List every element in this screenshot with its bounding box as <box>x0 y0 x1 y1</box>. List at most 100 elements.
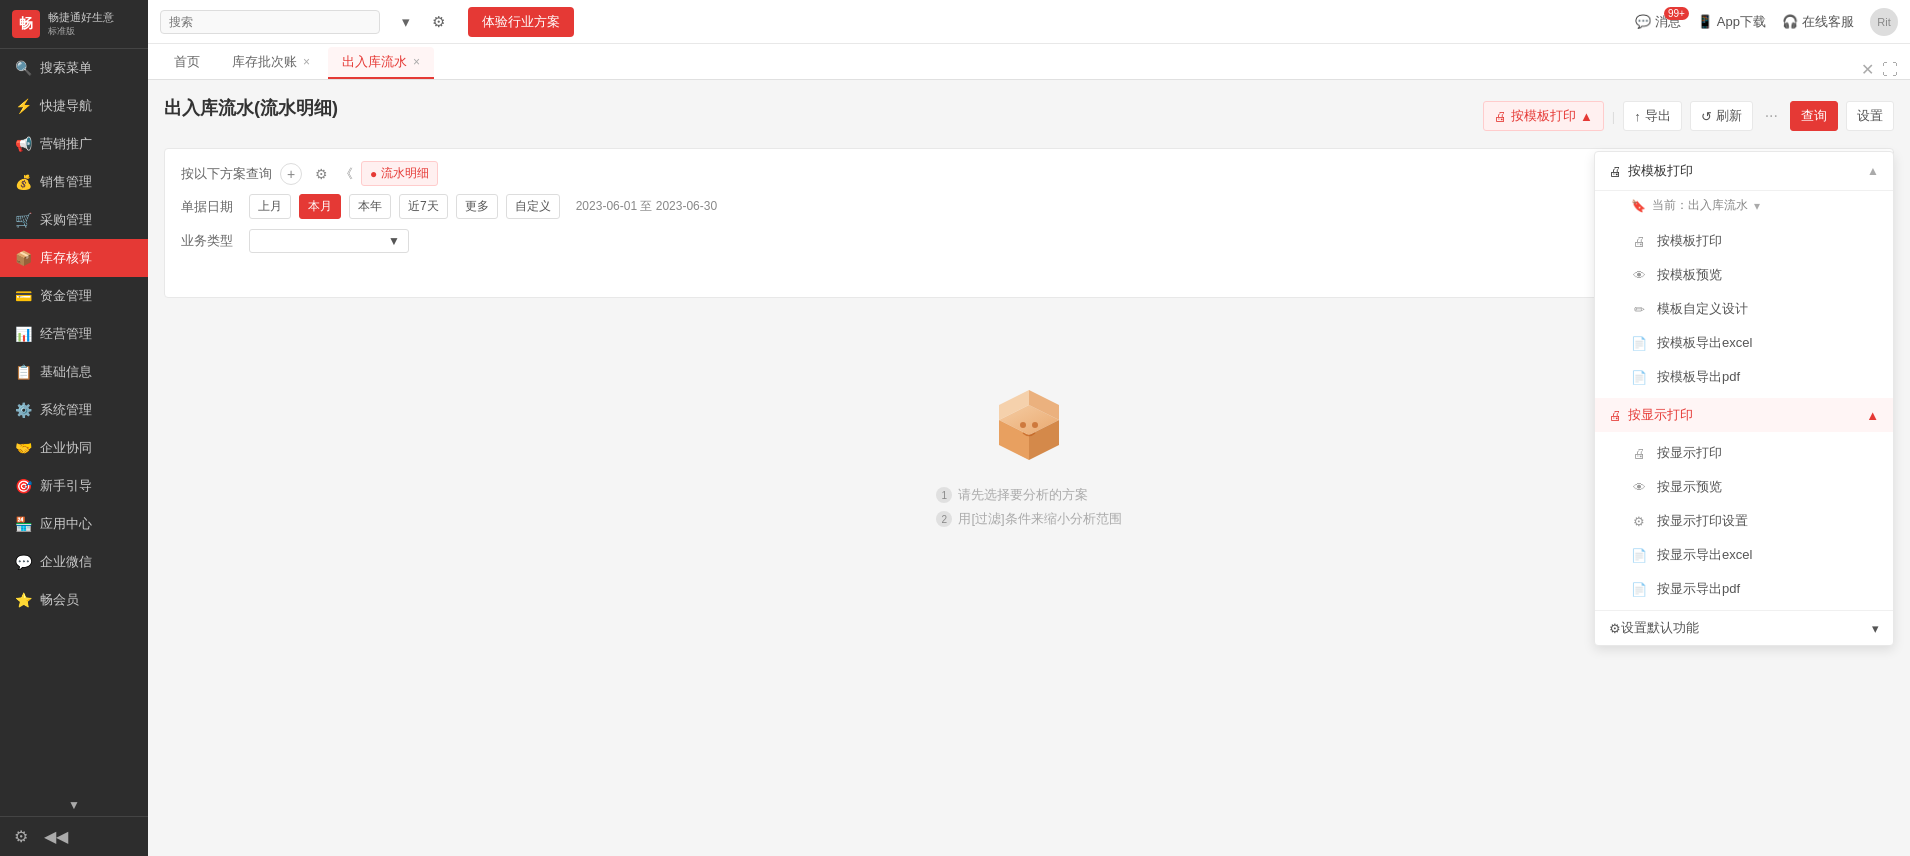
display-print-sub-header[interactable]: 🖨 按显示打印 ▲ <box>1595 398 1893 432</box>
printer-icon: 🖨 <box>1494 109 1507 124</box>
date-label: 单据日期 <box>181 198 233 216</box>
industry-btn[interactable]: 体验行业方案 <box>468 7 574 37</box>
lightning-icon: ⚡ <box>14 97 32 115</box>
more-options-btn[interactable]: ··· <box>1761 107 1782 125</box>
template-preview-icon: 👁 <box>1631 267 1647 283</box>
template-custom-item[interactable]: ✏ 模板自定义设计 <box>1595 292 1893 326</box>
sidebar-item-appcenter[interactable]: 🏪 应用中心 <box>0 505 148 543</box>
sidebar-item-inventory[interactable]: 📦 库存核算 <box>0 239 148 277</box>
basic-icon: 📋 <box>14 363 32 381</box>
template-pdf-icon: 📄 <box>1631 369 1647 385</box>
logo-text: 畅捷通好生意 <box>48 10 114 24</box>
sidebar-item-system[interactable]: ⚙️ 系统管理 <box>0 391 148 429</box>
sidebar-item-purchase[interactable]: 🛒 采购管理 <box>0 201 148 239</box>
wechat-icon: 💬 <box>14 553 32 571</box>
settings-icon[interactable]: ⚙ <box>424 8 452 36</box>
template-export-excel-item[interactable]: 📄 按模板导出excel <box>1595 326 1893 360</box>
display-settings-icon: ⚙ <box>1631 513 1647 529</box>
display-export-pdf-item[interactable]: 📄 按显示导出pdf <box>1595 572 1893 606</box>
tab-batch[interactable]: 库存批次账 × <box>218 47 324 79</box>
filter-chip-icon: ● <box>370 167 377 181</box>
display-print-header-icon: 🖨 <box>1609 408 1622 423</box>
inventory-icon: 📦 <box>14 249 32 267</box>
display-print-item[interactable]: 🖨 按显示打印 <box>1595 436 1893 470</box>
hint-num-2: 2 <box>936 511 952 527</box>
sidebar-item-operation[interactable]: 📊 经营管理 <box>0 315 148 353</box>
refresh-btn[interactable]: ↺ 刷新 <box>1690 101 1753 131</box>
sidebar-item-quicknav[interactable]: ⚡ 快捷导航 <box>0 87 148 125</box>
sidebar-item-search[interactable]: 🔍 搜索菜单 <box>0 49 148 87</box>
filter-add-btn[interactable]: + <box>280 163 302 185</box>
template-preview-item[interactable]: 👁 按模板预览 <box>1595 258 1893 292</box>
template-print-icon: 🖨 <box>1631 233 1647 249</box>
chevron-down-icon[interactable]: ▾ <box>392 8 420 36</box>
collapse-sidebar-icon[interactable]: ◀◀ <box>44 827 68 846</box>
toolbar-separator: | <box>1612 109 1615 124</box>
filter-settings-btn[interactable]: ⚙ <box>310 163 332 185</box>
hint-num-1: 1 <box>936 487 952 503</box>
search-icon: 🔍 <box>14 59 32 77</box>
content-area: 出入库流水(流水明细) 🖨 按模板打印 ▲ | ↑ 导出 ↺ 刷新 ··· <box>148 80 1910 856</box>
sidebar-item-finance[interactable]: 💳 资金管理 <box>0 277 148 315</box>
template-print-item[interactable]: 🖨 按模板打印 <box>1595 224 1893 258</box>
business-label: 业务类型 <box>181 232 233 250</box>
query-btn[interactable]: 查询 <box>1790 101 1838 131</box>
sidebar-item-collab[interactable]: 🤝 企业协同 <box>0 429 148 467</box>
filter-chip-流水明细[interactable]: ● 流水明细 <box>361 161 438 186</box>
app-download-btn[interactable]: 📱 App下载 <box>1697 13 1766 31</box>
tab-flow-close[interactable]: × <box>413 55 420 69</box>
date-custom-btn[interactable]: 自定义 <box>506 194 560 219</box>
sidebar: 畅 畅捷通好生意 标准版 🔍 搜索菜单 ⚡ 快捷导航 📢 营销推广 💰 销售管理… <box>0 0 148 856</box>
topbar-search-input[interactable] <box>160 10 380 34</box>
date-filter: 上月 本月 本年 近7天 更多 自定义 <box>249 194 560 219</box>
display-section: 🖨 按显示打印 👁 按显示预览 ⚙ 按显示打印设置 📄 <box>1595 432 1893 610</box>
svg-point-4 <box>1032 422 1038 428</box>
maximize-icon[interactable]: ⛶ <box>1882 61 1898 79</box>
sidebar-item-marketing[interactable]: 📢 营销推广 <box>0 125 148 163</box>
display-export-excel-item[interactable]: 📄 按显示导出excel <box>1595 538 1893 572</box>
appcenter-icon: 🏪 <box>14 515 32 533</box>
marketing-icon: 📢 <box>14 135 32 153</box>
template-export-pdf-item[interactable]: 📄 按模板导出pdf <box>1595 360 1893 394</box>
restore-icon[interactable]: ✕ <box>1861 60 1874 79</box>
export-btn[interactable]: ↑ 导出 <box>1623 101 1682 131</box>
tab-home[interactable]: 首页 <box>160 47 214 79</box>
logo-icon: 畅 <box>12 10 40 38</box>
sidebar-item-basic[interactable]: 📋 基础信息 <box>0 353 148 391</box>
online-service-btn[interactable]: 🎧 在线客服 <box>1782 13 1854 31</box>
messages-btn[interactable]: 💬 消息 99+ <box>1635 13 1681 31</box>
print-template-btn[interactable]: 🖨 按模板打印 ▲ <box>1483 101 1604 131</box>
dropdown-footer[interactable]: ⚙ 设置默认功能 ▾ <box>1595 610 1893 645</box>
display-preview-item[interactable]: 👁 按显示预览 <box>1595 470 1893 504</box>
sidebar-item-member[interactable]: ⭐ 畅会员 <box>0 581 148 619</box>
tab-flow[interactable]: 出入库流水 × <box>328 47 434 79</box>
dropdown-header: 🖨 按模板打印 ▲ <box>1595 152 1893 191</box>
export-icon: ↑ <box>1634 109 1641 124</box>
sidebar-logo: 畅 畅捷通好生意 标准版 <box>0 0 148 49</box>
user-avatar-area[interactable]: Rit <box>1870 8 1898 36</box>
sidebar-item-sales[interactable]: 💰 销售管理 <box>0 163 148 201</box>
filter-collapse-horizontal-btn[interactable]: 《 <box>340 165 353 183</box>
date-more-btn[interactable]: 更多 <box>456 194 498 219</box>
sidebar-scroll-down[interactable]: ▼ <box>0 794 148 816</box>
sidebar-item-corpwechat[interactable]: 💬 企业微信 <box>0 543 148 581</box>
settings-bottom-icon[interactable]: ⚙ <box>14 827 28 846</box>
date-this-year-btn[interactable]: 本年 <box>349 194 391 219</box>
empty-icon <box>979 370 1079 470</box>
dropdown-up-arrow[interactable]: ▲ <box>1867 164 1879 178</box>
date-range-display: 2023-06-01 至 2023-06-30 <box>576 198 717 215</box>
collab-icon: 🤝 <box>14 439 32 457</box>
empty-hint-1: 1 请先选择要分析的方案 <box>936 486 1121 504</box>
date-last-7-days-btn[interactable]: 近7天 <box>399 194 448 219</box>
display-section-up-arrow: ▲ <box>1866 408 1879 423</box>
sidebar-item-guide[interactable]: 🎯 新手引导 <box>0 467 148 505</box>
date-this-month-btn[interactable]: 本月 <box>299 194 341 219</box>
settings-btn[interactable]: 设置 <box>1846 101 1894 131</box>
sales-icon: 💰 <box>14 173 32 191</box>
date-last-month-btn[interactable]: 上月 <box>249 194 291 219</box>
template-excel-icon: 📄 <box>1631 335 1647 351</box>
tab-batch-close[interactable]: × <box>303 55 310 69</box>
display-print-settings-item[interactable]: ⚙ 按显示打印设置 <box>1595 504 1893 538</box>
business-type-select[interactable]: ▼ <box>249 229 409 253</box>
refresh-icon: ↺ <box>1701 109 1712 124</box>
